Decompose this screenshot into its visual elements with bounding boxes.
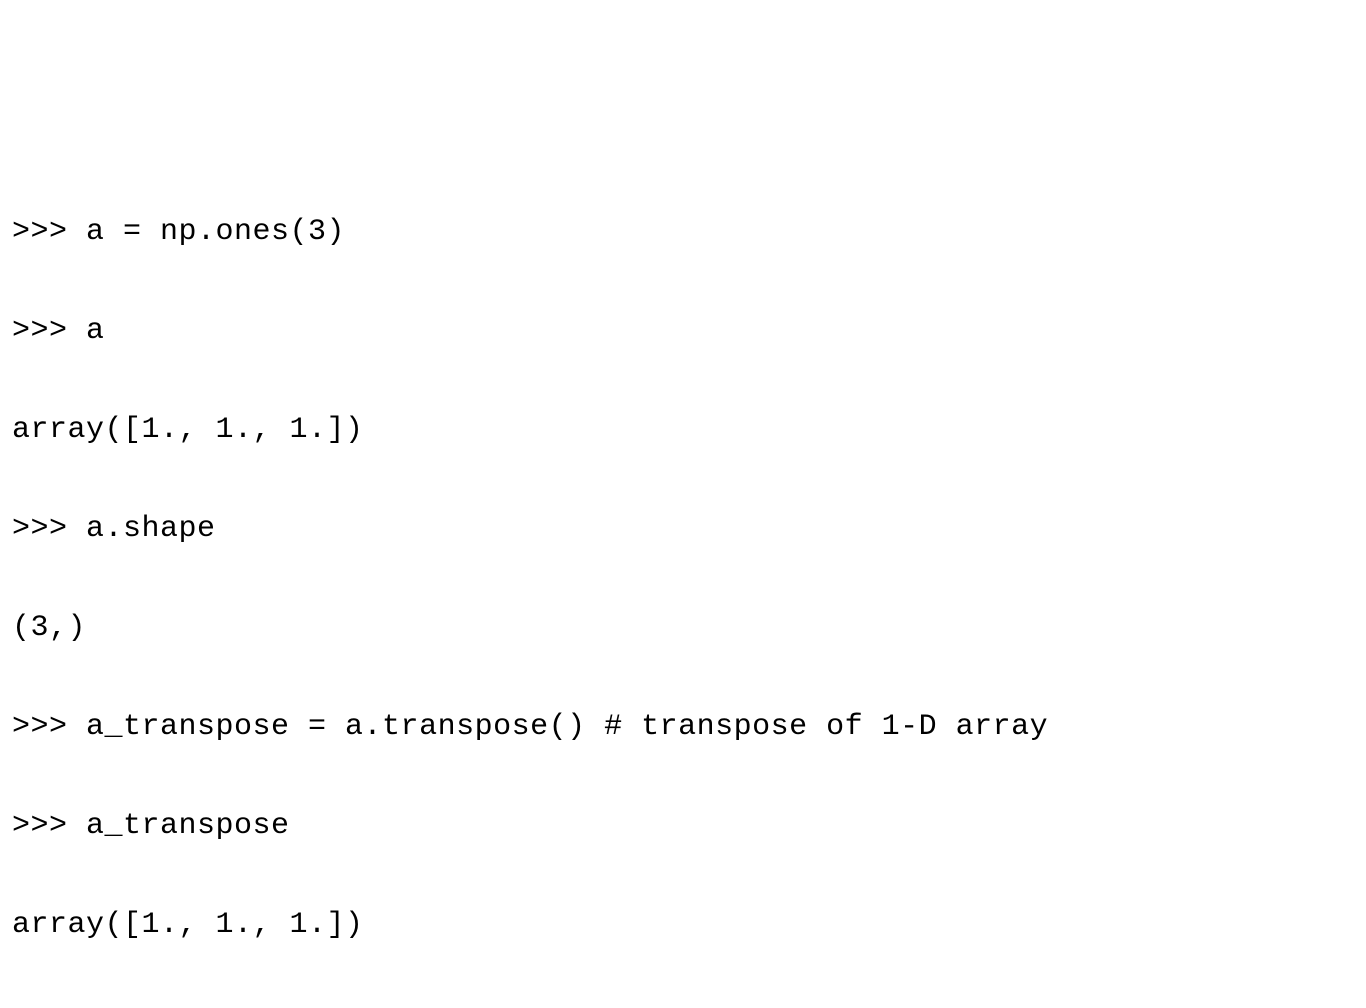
repl-line: >>> a_transpose [12,802,1354,852]
repl-line: >>> a.shape [12,505,1354,555]
repl-line: array([1., 1., 1.]) [12,406,1354,456]
repl-line: >>> a_transpose.shape [12,1000,1354,1008]
repl-line: >>> a = np.ones(3) [12,208,1354,258]
repl-line: >>> a_transpose = a.transpose() # transp… [12,703,1354,753]
repl-line: array([1., 1., 1.]) [12,901,1354,951]
repl-line: >>> a [12,307,1354,357]
repl-line: (3,) [12,604,1354,654]
